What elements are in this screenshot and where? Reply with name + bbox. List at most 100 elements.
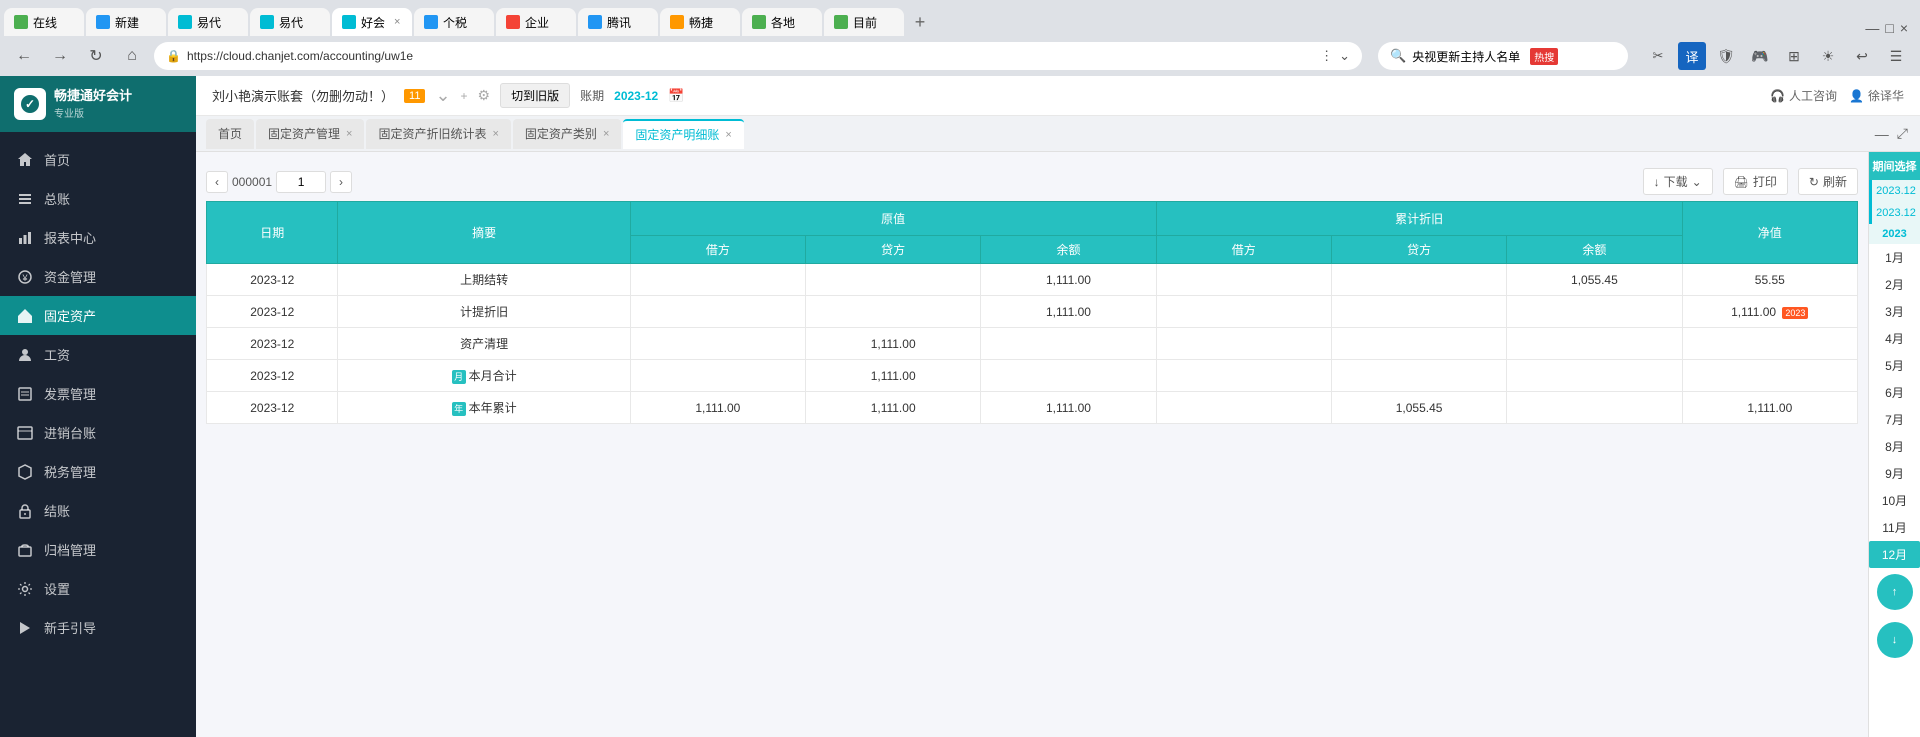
game-btn[interactable]: 🎮 <box>1746 42 1774 70</box>
cell-accum-balance-5 <box>1507 392 1682 424</box>
refresh-button[interactable]: ↻ <box>82 42 110 70</box>
tab-8-label: 腾讯 <box>607 14 631 31</box>
sidebar-item-reports[interactable]: 报表中心 <box>0 218 196 257</box>
cell-summary-5: 年本年累计 <box>338 392 630 424</box>
browser-tab-7[interactable]: 企业 <box>496 8 576 36</box>
sidebar-item-home[interactable]: 首页 <box>0 140 196 179</box>
period-month-3[interactable]: 3月 <box>1869 298 1920 325</box>
sidebar-item-guide[interactable]: 新手引导 <box>0 608 196 647</box>
sidebar-item-purchase-sales[interactable]: 进销台账 <box>0 413 196 452</box>
cell-orig-debit-5: 1,111.00 <box>630 392 805 424</box>
account-settings-icon[interactable]: ⚙ <box>478 87 491 104</box>
header-net-value: 净值 <box>1682 202 1857 264</box>
forward-button[interactable]: → <box>46 42 74 70</box>
sidebar-item-archive[interactable]: 归档管理 <box>0 530 196 569</box>
customer-service-btn[interactable]: 🎧 人工咨询 <box>1770 87 1837 104</box>
prev-page-btn[interactable]: ‹ <box>206 171 228 193</box>
browser-tab-10[interactable]: 各地 <box>742 8 822 36</box>
browser-tab-11[interactable]: 目前 <box>824 8 904 36</box>
cell-net-4 <box>1682 360 1857 392</box>
sidebar-item-settings[interactable]: 设置 <box>0 569 196 608</box>
sidebar-item-invoice[interactable]: 发票管理 <box>0 374 196 413</box>
undo-btn[interactable]: ↩ <box>1848 42 1876 70</box>
page-tab-fa-depr[interactable]: 固定资产折旧统计表 × <box>366 119 510 149</box>
period-month-1[interactable]: 1月 <box>1869 244 1920 271</box>
translate-btn[interactable]: 译 <box>1678 42 1706 70</box>
back-button[interactable]: ← <box>10 42 38 70</box>
page-tab-fa-depr-close[interactable]: × <box>492 128 498 140</box>
tab-5-close[interactable]: × <box>394 16 400 28</box>
next-page-btn[interactable]: › <box>330 171 352 193</box>
page-tab-fa-cat[interactable]: 固定资产类别 × <box>513 119 621 149</box>
user-info-btn[interactable]: 👤 徐译华 <box>1849 87 1904 104</box>
sidebar-item-funds[interactable]: ¥ 资金管理 <box>0 257 196 296</box>
page-tab-fa-detail-close[interactable]: × <box>725 129 731 141</box>
page-tab-fa-cat-close[interactable]: × <box>603 128 609 140</box>
window-restore-btn[interactable]: □ <box>1885 20 1893 36</box>
cell-accum-balance-4 <box>1507 360 1682 392</box>
browser-tab-5[interactable]: 好会 × <box>332 8 412 36</box>
window-close-btn[interactable]: × <box>1900 20 1908 36</box>
period-month-8[interactable]: 8月 <box>1869 433 1920 460</box>
page-tab-fa-mgmt[interactable]: 固定资产管理 × <box>256 119 364 149</box>
download-btn[interactable]: ↓ 下载 ⌄ <box>1643 168 1713 195</box>
page-tab-fa-depr-label: 固定资产折旧统计表 <box>378 125 486 142</box>
period-month-4[interactable]: 4月 <box>1869 325 1920 352</box>
sidebar-item-tax[interactable]: 税务管理 <box>0 452 196 491</box>
browser-tab-1[interactable]: 在线 <box>4 8 84 36</box>
scroll-down-btn[interactable]: ↓ <box>1877 622 1913 658</box>
period-selected-end[interactable]: 2023.12 <box>1869 202 1920 224</box>
sidebar: ✓ 畅捷通好会计 专业版 首页 总账 <box>0 76 196 737</box>
period-month-9[interactable]: 9月 <box>1869 460 1920 487</box>
period-month-10[interactable]: 10月 <box>1869 487 1920 514</box>
panel-minimize-btn[interactable]: — <box>1875 126 1889 142</box>
page-tab-home[interactable]: 首页 <box>206 119 254 149</box>
browser-tab-6[interactable]: 个税 <box>414 8 494 36</box>
page-tab-fa-detail[interactable]: 固定资产明细账 × <box>623 119 743 149</box>
cell-net-5: 1,111.00 <box>1682 392 1857 424</box>
search-bar[interactable]: 🔍 央视更新主持人名单 热搜 <box>1378 42 1628 70</box>
purchase-sales-icon <box>16 424 34 442</box>
browser-tab-8[interactable]: 腾讯 <box>578 8 658 36</box>
period-month-7[interactable]: 7月 <box>1869 406 1920 433</box>
sidebar-item-fixed-assets[interactable]: 固定资产 <box>0 296 196 335</box>
print-btn[interactable]: 🖨 打印 <box>1723 168 1788 195</box>
archive-icon <box>16 541 34 559</box>
browser-tab-4[interactable]: 易代 <box>250 8 330 36</box>
period-month-2[interactable]: 2月 <box>1869 271 1920 298</box>
funds-icon: ¥ <box>16 268 34 286</box>
shield-btn[interactable]: 🛡 <box>1712 42 1740 70</box>
period-selected-start[interactable]: 2023.12 <box>1869 180 1920 202</box>
page-index-input[interactable] <box>276 171 326 193</box>
browser-tab-3[interactable]: 易代 <box>168 8 248 36</box>
scissors-btn[interactable]: ✂ <box>1644 42 1672 70</box>
menu-btn[interactable]: ☰ <box>1882 42 1910 70</box>
period-month-6[interactable]: 6月 <box>1869 379 1920 406</box>
page-tab-fa-mgmt-close[interactable]: × <box>346 128 352 140</box>
switch-version-btn[interactable]: 切到旧版 <box>500 83 570 108</box>
address-input[interactable]: 🔒 https://cloud.chanjet.com/accounting/u… <box>154 42 1362 70</box>
sidebar-item-closing[interactable]: 结账 <box>0 491 196 530</box>
browser-tab-2[interactable]: 新建 <box>86 8 166 36</box>
brightness-btn[interactable]: ☀ <box>1814 42 1842 70</box>
panel-maximize-btn[interactable]: ⤢ <box>1897 125 1908 142</box>
window-minimize-btn[interactable]: — <box>1865 20 1879 36</box>
refresh-btn[interactable]: ↻ 刷新 <box>1798 168 1858 195</box>
new-tab-button[interactable]: + <box>906 8 934 36</box>
header-summary: 摘要 <box>338 202 630 264</box>
header-original-value: 原值 <box>630 202 1156 236</box>
home-button[interactable]: ⌂ <box>118 42 146 70</box>
sidebar-item-payroll[interactable]: 工资 <box>0 335 196 374</box>
scroll-up-btn[interactable]: ↑ <box>1877 574 1913 610</box>
period-month-11[interactable]: 11月 <box>1869 514 1920 541</box>
layout-btn[interactable]: ⊞ <box>1780 42 1808 70</box>
period-month-5[interactable]: 5月 <box>1869 352 1920 379</box>
svg-text:¥: ¥ <box>21 273 28 283</box>
sidebar-item-general-ledger[interactable]: 总账 <box>0 179 196 218</box>
add-account-btn[interactable]: + <box>461 89 468 103</box>
cell-net-3 <box>1682 328 1857 360</box>
browser-tab-9[interactable]: 畅捷 <box>660 8 740 36</box>
account-dropdown-icon[interactable]: ⌄ <box>435 85 450 106</box>
calendar-icon[interactable]: 📅 <box>668 88 684 104</box>
period-month-12[interactable]: 12月 <box>1869 541 1920 568</box>
